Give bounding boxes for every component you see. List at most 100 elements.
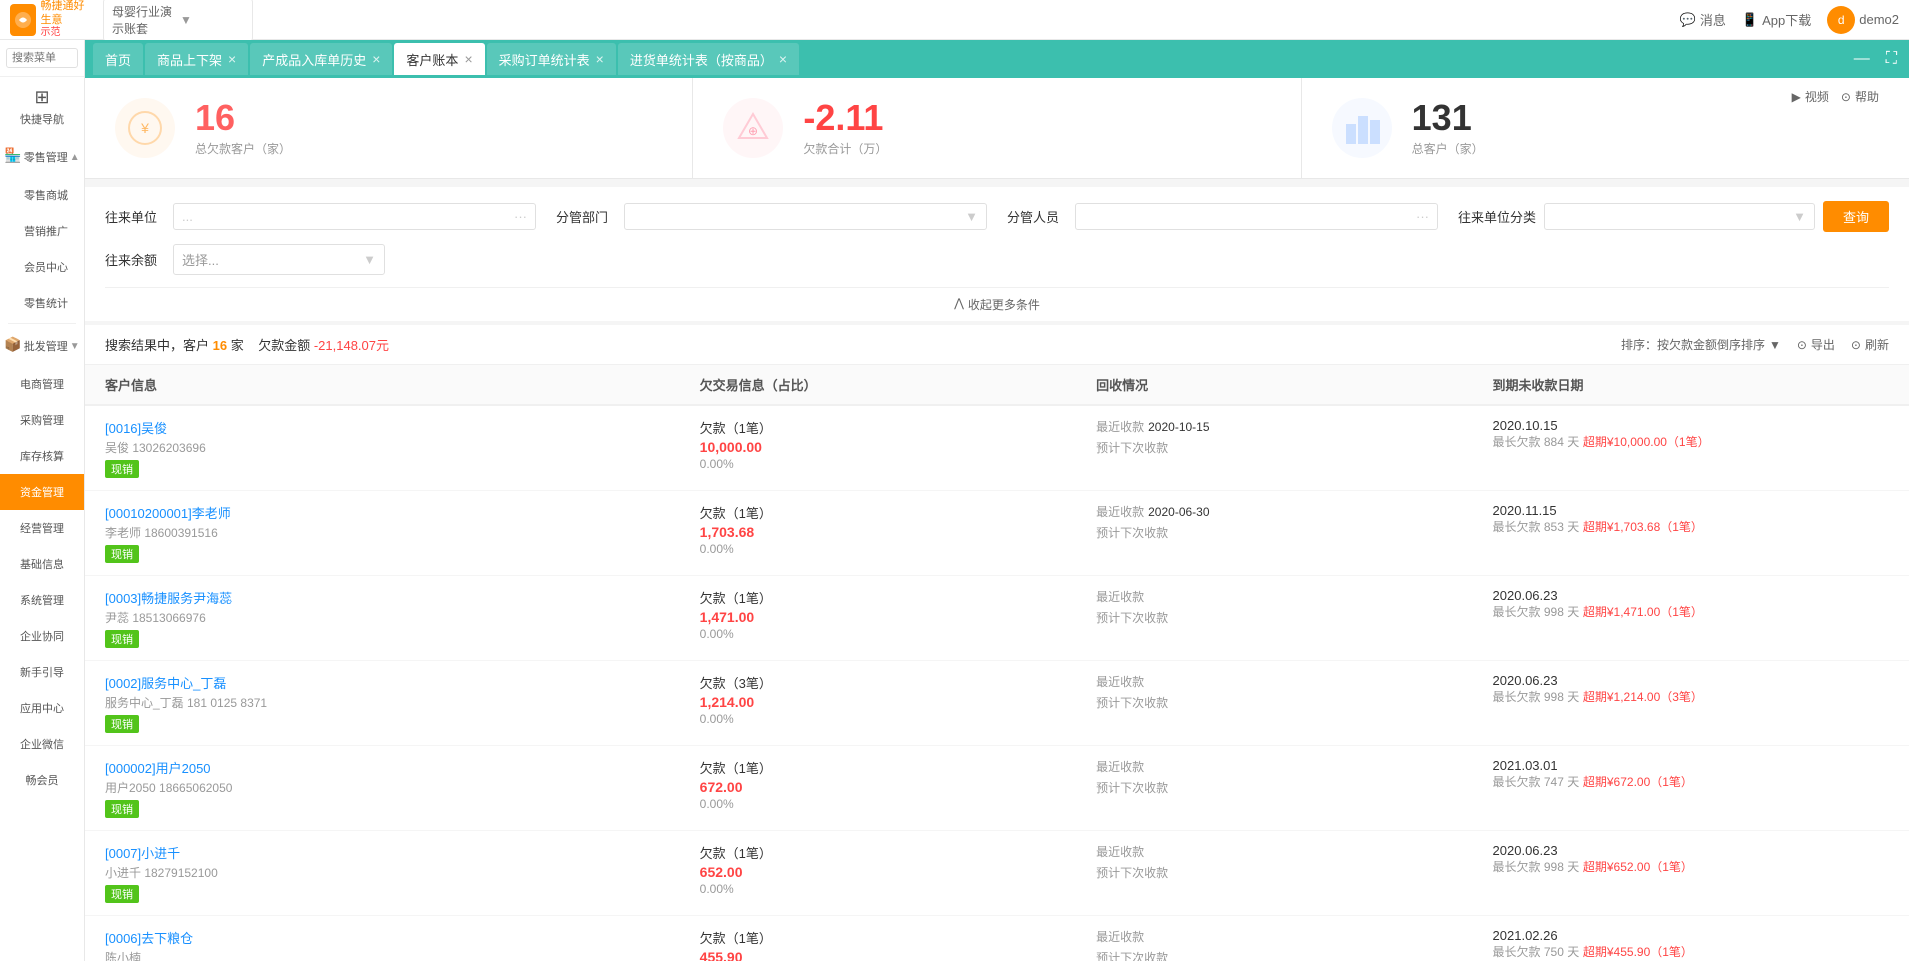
tab-close-icon[interactable]: × <box>228 51 236 67</box>
filter-person: 分管人员 ··· <box>1007 203 1438 230</box>
expand-arrow-icon-2: ▼ <box>70 341 80 352</box>
dept-label: 分管部门 <box>556 207 616 226</box>
table-header: 客户信息 欠交易信息（占比） 回收情况 到期未收款日期 <box>85 365 1909 406</box>
sidebar-item-quick-nav[interactable]: ⊞ 快捷导航 <box>0 77 84 137</box>
filter-dept: 分管部门 ▼ <box>556 203 987 230</box>
sidebar-item-retail-mall[interactable]: 零售商城 <box>0 177 84 213</box>
debt-info-2: 欠款（1笔） 1,471.00 0.00% <box>700 588 1096 641</box>
help-btn[interactable]: ⊙ 帮助 <box>1841 88 1879 105</box>
overdue-link-4[interactable]: 超期¥672.00（1笔） <box>1583 775 1693 789</box>
sidebar-item-app-center[interactable]: 应用中心 <box>0 690 84 726</box>
table-container: 客户信息 欠交易信息（占比） 回收情况 到期未收款日期 [0016]吴俊 吴俊 … <box>85 365 1909 961</box>
app-download-btn[interactable]: 📱 App下载 <box>1742 10 1811 29</box>
sidebar-item-enterprise-collab[interactable]: 企业协同 <box>0 618 84 654</box>
total-customers-icon <box>1332 98 1392 158</box>
download-icon: 📱 <box>1742 12 1758 28</box>
help-icon: ⊙ <box>1841 90 1851 104</box>
sidebar-item-basic-info[interactable]: 基础信息 <box>0 546 84 582</box>
unit-category-input[interactable]: ▼ <box>1544 203 1815 230</box>
tab-close-icon[interactable]: × <box>779 51 787 67</box>
sidebar-item-inventory[interactable]: 库存核算 <box>0 438 84 474</box>
balance-select[interactable]: 选择... ▼ <box>173 244 385 275</box>
sidebar-item-purchase-mgmt[interactable]: 采购管理 <box>0 402 84 438</box>
sidebar-item-ecommerce[interactable]: 电商管理 <box>0 366 84 402</box>
app-logo <box>10 4 36 36</box>
debt-info-1: 欠款（1笔） 1,703.68 0.00% <box>700 503 1096 556</box>
message-btn[interactable]: 💬 消息 <box>1680 10 1726 29</box>
sidebar-item-marketing[interactable]: 营销推广 <box>0 213 84 249</box>
overdue-info-6: 2021.02.26 最长欠款 750 天 超期¥455.90（1笔） <box>1493 928 1889 960</box>
customer-info-3: [0002]服务中心_丁磊 服务中心_丁磊 181 0125 8371 现销 <box>105 673 700 733</box>
customer-contact-0: 吴俊 13026203696 <box>105 439 700 456</box>
dept-dropdown-icon: ▼ <box>965 209 978 224</box>
sort-selector[interactable]: 排序：按欠款金额倒序排序 ▼ <box>1621 336 1781 353</box>
customer-tag-3: 现销 <box>105 715 139 733</box>
search-input[interactable] <box>6 48 78 68</box>
search-button[interactable]: 查询 <box>1823 201 1889 232</box>
debt-info-4: 欠款（1笔） 672.00 0.00% <box>700 758 1096 811</box>
tab-inbound-stats[interactable]: 进货单统计表（按商品） × <box>618 43 799 75</box>
export-btn[interactable]: ⊙ 导出 <box>1797 336 1835 353</box>
overdue-link-3[interactable]: 超期¥1,214.00（3笔） <box>1583 690 1703 704</box>
view-video-btn[interactable]: ▶ 视频 <box>1792 88 1829 105</box>
person-input[interactable]: ··· <box>1075 203 1438 230</box>
avatar: d <box>1827 6 1855 34</box>
user-profile[interactable]: d demo2 <box>1827 6 1899 34</box>
results-summary: 搜索结果中，客户 16 家 欠款金额 -21,148.07元 <box>105 335 389 354</box>
expand-arrow-icon: ▲ <box>70 152 80 163</box>
tab-product-online-offline[interactable]: 商品上下架 × <box>145 43 248 75</box>
tab-product-history[interactable]: 产成品入库单历史 × <box>250 43 392 75</box>
overdue-link-6[interactable]: 超期¥455.90（1笔） <box>1583 945 1693 959</box>
customer-info-1: [00010200001]李老师 李老师 18600391516 现销 <box>105 503 700 563</box>
unit-category-label: 往来单位分类 <box>1458 207 1536 226</box>
customer-info-4: [000002]用户2050 用户2050 18665062050 现销 <box>105 758 700 818</box>
overdue-info-1: 2020.11.15 最长欠款 853 天 超期¥1,703.68（1笔） <box>1493 503 1889 535</box>
table-row: [00010200001]李老师 李老师 18600391516 现销 欠款（1… <box>85 491 1909 576</box>
maximize-icon[interactable]: ⛶ <box>1882 46 1901 72</box>
overdue-link-1[interactable]: 超期¥1,703.68（1笔） <box>1583 520 1703 534</box>
recovery-info-2: 最近收款 预计下次收款 <box>1096 588 1492 626</box>
tab-home[interactable]: 首页 <box>93 43 143 75</box>
tab-close-icon[interactable]: × <box>596 51 604 67</box>
sidebar-item-retail-mgmt[interactable]: 🏪 零售管理 ▲ <box>0 137 84 177</box>
tab-close-icon[interactable]: × <box>372 51 380 67</box>
overdue-link-2[interactable]: 超期¥1,471.00（1笔） <box>1583 605 1703 619</box>
customer-name-link-2[interactable]: [0003]畅捷服务尹海蕊 <box>105 588 700 607</box>
from-unit-input[interactable]: ... ··· <box>173 203 536 230</box>
sidebar-item-batch-mgmt[interactable]: 📦 批发管理 ▼ <box>0 326 84 366</box>
from-unit-label: 往来单位 <box>105 207 165 226</box>
customer-name-link-5[interactable]: [0007]小进千 <box>105 843 700 862</box>
sidebar-item-newbie-guide[interactable]: 新手引导 <box>0 654 84 690</box>
customer-name-link-1[interactable]: [00010200001]李老师 <box>105 503 700 522</box>
sidebar-item-finance-mgmt[interactable]: 资金管理 <box>0 474 84 510</box>
table-row: [000002]用户2050 用户2050 18665062050 现销 欠款（… <box>85 746 1909 831</box>
sidebar-item-system-mgmt[interactable]: 系统管理 <box>0 582 84 618</box>
dept-input[interactable]: ▼ <box>624 203 987 230</box>
sidebar-item-member-center[interactable]: 会员中心 <box>0 249 84 285</box>
customer-info-0: [0016]吴俊 吴俊 13026203696 现销 <box>105 418 700 478</box>
overdue-link-0[interactable]: 超期¥10,000.00（1笔） <box>1583 435 1710 449</box>
customer-contact-5: 小进千 18279152100 <box>105 864 700 881</box>
tab-purchase-summary[interactable]: 采购订单统计表 × <box>487 43 616 75</box>
customer-tag-1: 现销 <box>105 545 139 563</box>
message-icon: 💬 <box>1680 12 1696 28</box>
sidebar-item-operations-mgmt[interactable]: 经营管理 <box>0 510 84 546</box>
refresh-btn[interactable]: ⊙ 刷新 <box>1851 336 1889 353</box>
customer-name-link-4[interactable]: [000002]用户2050 <box>105 758 700 777</box>
sidebar-item-retail-stats[interactable]: 零售统计 <box>0 285 84 321</box>
customer-name-link-6[interactable]: [0006]去下粮仓 <box>105 928 700 947</box>
overdue-info-2: 2020.06.23 最长欠款 998 天 超期¥1,471.00（1笔） <box>1493 588 1889 620</box>
overdue-info-3: 2020.06.23 最长欠款 998 天 超期¥1,214.00（3笔） <box>1493 673 1889 705</box>
customer-contact-3: 服务中心_丁磊 181 0125 8371 <box>105 694 700 711</box>
tab-customer-account[interactable]: 客户账本 × <box>394 43 484 75</box>
results-bar: 搜索结果中，客户 16 家 欠款金额 -21,148.07元 排序：按欠款金额倒… <box>85 325 1909 365</box>
customer-name-link-0[interactable]: [0016]吴俊 <box>105 418 700 437</box>
customer-name-link-3[interactable]: [0002]服务中心_丁磊 <box>105 673 700 692</box>
sidebar-item-member-plus[interactable]: 畅会员 <box>0 762 84 798</box>
industry-selector[interactable]: 母婴行业演示账套 ▼ <box>103 0 253 42</box>
collapse-btn[interactable]: ⋀ 收起更多条件 <box>105 287 1889 321</box>
minimize-icon[interactable]: — <box>1850 46 1874 72</box>
tab-close-icon[interactable]: × <box>464 51 472 67</box>
sidebar-item-enterprise-wechat[interactable]: 企业微信 <box>0 726 84 762</box>
overdue-link-5[interactable]: 超期¥652.00（1笔） <box>1583 860 1693 874</box>
